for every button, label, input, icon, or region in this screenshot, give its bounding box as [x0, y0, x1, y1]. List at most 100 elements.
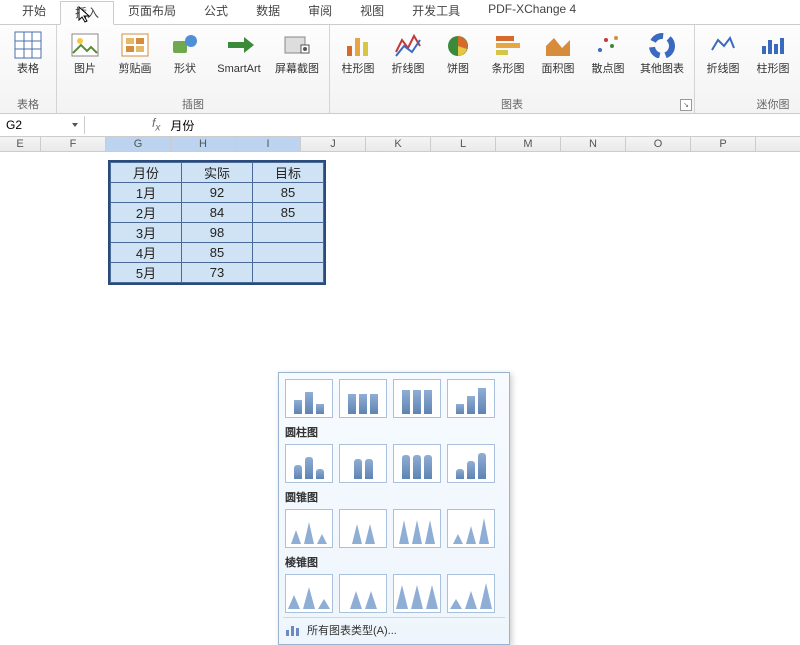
worksheet[interactable]: 月份实际目标1月92852月84853月984月855月73 圆柱图 圆锥图 棱… [0, 152, 800, 532]
tab-data[interactable]: 数据 [242, 0, 294, 24]
ribbon-group-tables: 表格 表格 [0, 25, 57, 113]
column-chart-button[interactable]: 柱形图 [336, 27, 380, 75]
table-cell[interactable]: 98 [182, 223, 253, 243]
chart-thumb-3d-column[interactable] [447, 379, 495, 418]
sparkline-column-icon [757, 29, 789, 61]
chart-thumb-cyl-3[interactable] [393, 444, 441, 483]
other-charts-button[interactable]: 其他图表 [636, 27, 688, 75]
chart-thumb-cyl-1[interactable] [285, 444, 333, 483]
tab-pdf-xchange[interactable]: PDF-XChange 4 [474, 0, 590, 24]
name-box[interactable]: G2 [0, 116, 85, 134]
table-cell[interactable] [253, 243, 324, 263]
table-icon [12, 29, 44, 61]
tab-page-layout[interactable]: 页面布局 [114, 0, 190, 24]
ribbon: 表格 表格 图片 剪贴画 形状 SmartArt [0, 25, 800, 114]
column-header-O[interactable]: O [626, 137, 691, 151]
scatter-chart-button[interactable]: 散点图 [586, 27, 630, 75]
chart-thumb-pyr-4[interactable] [447, 574, 495, 613]
sparkline-line-button[interactable]: 折线图 [701, 27, 745, 75]
chart-thumb-cone-1[interactable] [285, 509, 333, 548]
charts-dialog-launcher[interactable] [680, 99, 692, 111]
clipart-button[interactable]: 剪贴画 [113, 27, 157, 75]
clipart-icon [119, 29, 151, 61]
chevron-down-icon [72, 123, 78, 127]
chart-type-picker: 圆柱图 圆锥图 棱锥图 所有图表类型(A)... [278, 372, 510, 645]
chart-thumb-cyl-4[interactable] [447, 444, 495, 483]
column-header-K[interactable]: K [366, 137, 431, 151]
column-header-F[interactable]: F [41, 137, 106, 151]
chart-thumb-3d-clustered[interactable] [285, 379, 333, 418]
picker-section-pyramid: 棱锥图 [285, 554, 503, 570]
column-headers: EFGHIJKLMNOP [0, 137, 800, 152]
column-header-M[interactable]: M [496, 137, 561, 151]
tab-insert[interactable]: 插入 [60, 1, 114, 25]
formula-bar: G2 fx [0, 114, 800, 137]
column-header-H[interactable]: H [171, 137, 236, 151]
smartart-button[interactable]: SmartArt [213, 27, 265, 75]
sparkline-column-button[interactable]: 柱形图 [751, 27, 795, 75]
screenshot-icon [281, 29, 313, 61]
table-cell[interactable]: 84 [182, 203, 253, 223]
tab-review[interactable]: 审阅 [294, 0, 346, 24]
column-header-E[interactable]: E [0, 137, 41, 151]
chart-thumb-pyr-3[interactable] [393, 574, 441, 613]
table-cell[interactable]: 4月 [111, 243, 182, 263]
table-cell[interactable]: 85 [253, 203, 324, 223]
table-cell[interactable] [253, 263, 324, 283]
sparkline-line-icon [707, 29, 739, 61]
shapes-button[interactable]: 形状 [163, 27, 207, 75]
chart-thumb-3d-100stacked[interactable] [393, 379, 441, 418]
table-cell[interactable]: 5月 [111, 263, 182, 283]
chart-thumb-pyr-1[interactable] [285, 574, 333, 613]
formula-input[interactable] [166, 116, 800, 134]
table-button[interactable]: 表格 [6, 27, 50, 75]
column-header-L[interactable]: L [431, 137, 496, 151]
table-cell[interactable]: 85 [182, 243, 253, 263]
column-header-N[interactable]: N [561, 137, 626, 151]
area-chart-button[interactable]: 面积图 [536, 27, 580, 75]
column-header-G[interactable]: G [106, 137, 171, 151]
tab-start[interactable]: 开始 [8, 0, 60, 24]
ribbon-group-illustrations: 图片 剪贴画 形状 SmartArt 屏幕截图 插图 [57, 25, 330, 113]
chart-thumb-cone-4[interactable] [447, 509, 495, 548]
table-cell[interactable]: 85 [253, 183, 324, 203]
chart-thumb-cyl-2[interactable] [339, 444, 387, 483]
screenshot-button[interactable]: 屏幕截图 [271, 27, 323, 75]
chart-thumb-3d-stacked[interactable] [339, 379, 387, 418]
table-cell[interactable]: 92 [182, 183, 253, 203]
line-chart-icon [392, 29, 424, 61]
table-cell[interactable]: 73 [182, 263, 253, 283]
table-header-cell[interactable]: 月份 [111, 163, 182, 183]
line-chart-button[interactable]: 折线图 [386, 27, 430, 75]
all-chart-types-button[interactable]: 所有图表类型(A)... [283, 617, 505, 640]
tab-view[interactable]: 视图 [346, 0, 398, 24]
chart-thumb-pyr-2[interactable] [339, 574, 387, 613]
column-header-J[interactable]: J [301, 137, 366, 151]
table-cell[interactable]: 1月 [111, 183, 182, 203]
area-chart-icon [542, 29, 574, 61]
column-header-I[interactable]: I [236, 137, 301, 151]
ribbon-group-charts: 柱形图 折线图 饼图 条形图 面积图 散点图 [330, 25, 695, 113]
tab-formulas[interactable]: 公式 [190, 0, 242, 24]
pie-chart-button[interactable]: 饼图 [436, 27, 480, 75]
table-cell[interactable] [253, 223, 324, 243]
table-header-cell[interactable]: 实际 [182, 163, 253, 183]
scatter-chart-icon [592, 29, 624, 61]
fx-icon[interactable]: fx [146, 116, 166, 133]
ribbon-group-sparklines: 折线图 柱形图 盈亏 迷你图 [695, 25, 800, 113]
selected-range[interactable]: 月份实际目标1月92852月84853月984月855月73 [108, 160, 326, 285]
table-cell[interactable]: 3月 [111, 223, 182, 243]
table-cell[interactable]: 2月 [111, 203, 182, 223]
picture-icon [69, 29, 101, 61]
bar-chart-button[interactable]: 条形图 [486, 27, 530, 75]
chart-thumb-cone-2[interactable] [339, 509, 387, 548]
pie-chart-icon [442, 29, 474, 61]
column-chart-icon [342, 29, 374, 61]
column-header-P[interactable]: P [691, 137, 756, 151]
smartart-icon [223, 29, 255, 61]
bar-chart-icon [492, 29, 524, 61]
tab-devtools[interactable]: 开发工具 [398, 0, 474, 24]
table-header-cell[interactable]: 目标 [253, 163, 324, 183]
chart-thumb-cone-3[interactable] [393, 509, 441, 548]
picture-button[interactable]: 图片 [63, 27, 107, 75]
